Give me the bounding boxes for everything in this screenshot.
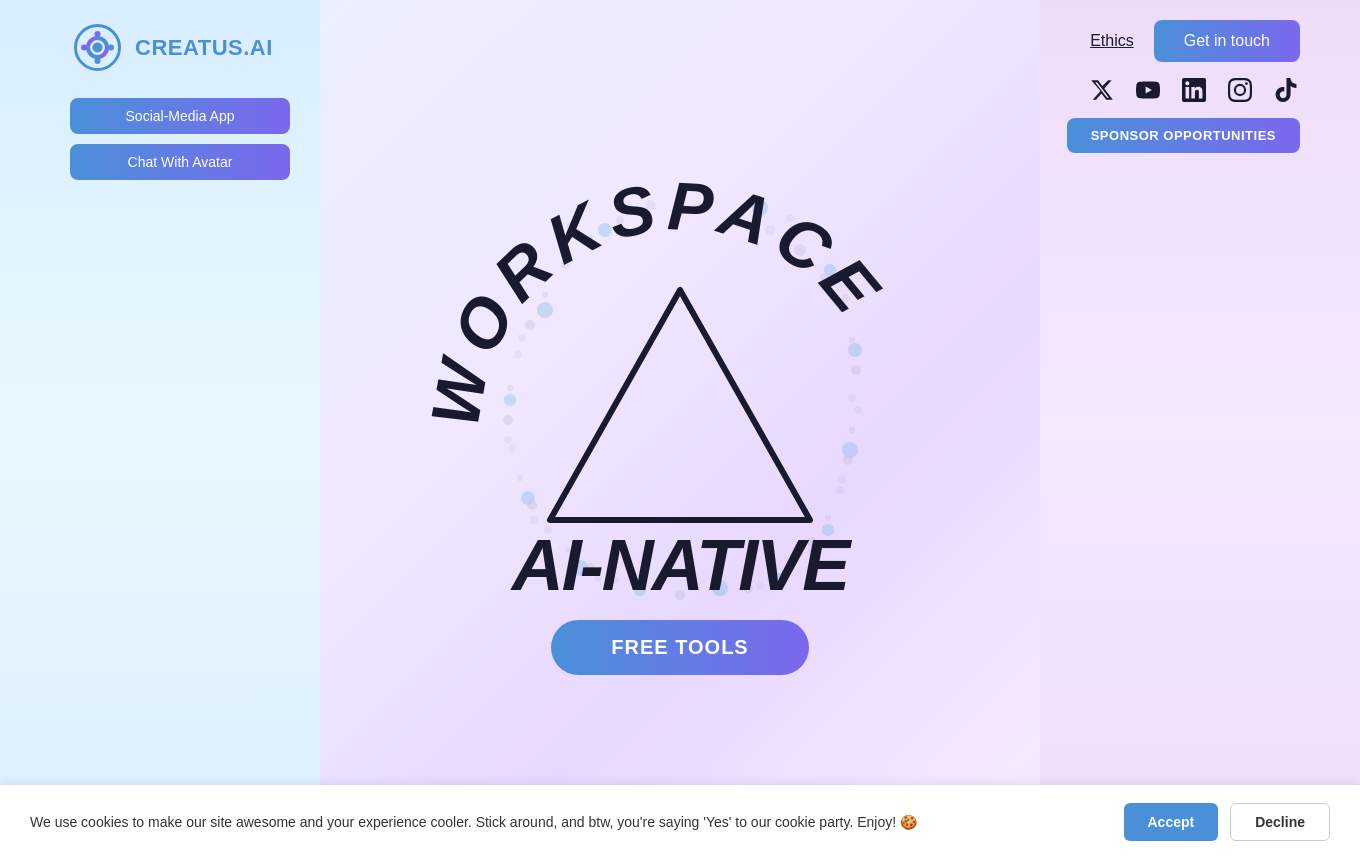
svg-point-63 [530,516,538,524]
svg-point-61 [504,436,512,444]
linkedin-icon[interactable] [1180,76,1208,104]
svg-point-60 [854,406,862,414]
cookie-buttons: Accept Decline [1124,803,1331,841]
header-right: Ethics Get in touch SPO [1067,20,1300,153]
hero-section: WORKSPACE AI-NATIVE FREE TOOLS [320,80,1040,779]
svg-point-28 [517,475,523,481]
svg-point-62 [838,476,846,484]
svg-point-31 [825,515,831,521]
svg-point-2 [95,31,101,37]
logo[interactable]: CREATUS.AI [70,20,273,75]
logo-icon [70,20,125,75]
tiktok-icon[interactable] [1272,76,1300,104]
svg-point-1 [93,43,103,53]
svg-point-19 [849,337,855,343]
svg-point-47 [848,343,862,357]
sponsor-opportunities-button[interactable]: SPONSOR OPPORTUNITIES [1067,118,1300,153]
svg-point-29 [836,486,844,494]
social-icons-row [1088,76,1300,104]
svg-point-5 [108,45,114,51]
chat-with-avatar-button[interactable]: Chat With Avatar [70,144,290,180]
ethics-link[interactable]: Ethics [1090,32,1134,50]
cookie-banner: We use cookies to make our site awesome … [0,785,1360,859]
decline-button[interactable]: Decline [1230,803,1330,841]
svg-point-49 [842,442,858,458]
header: CREATUS.AI Ethics Get in touch [0,0,1360,90]
free-tools-button[interactable]: FREE TOOLS [551,620,808,675]
svg-point-22 [507,385,513,391]
svg-point-3 [95,58,101,64]
accept-button[interactable]: Accept [1124,803,1219,841]
svg-point-25 [849,427,855,433]
svg-point-26 [508,444,516,452]
svg-point-4 [81,45,87,51]
svg-point-50 [521,491,535,505]
svg-text:WORKSPACE: WORKSPACE [416,167,899,432]
svg-point-20 [514,351,522,359]
svg-marker-67 [550,290,810,520]
svg-point-23 [848,394,856,402]
logo-text: CREATUS.AI [135,35,273,61]
workspace-circle: WORKSPACE AI-NATIVE FREE TOOLS [380,130,980,730]
cookie-message: We use cookies to make our site awesome … [30,814,1104,830]
svg-point-48 [504,394,516,406]
nav-buttons: Social-Media App Chat With Avatar [70,98,290,180]
center-content: FREE TOOLS [380,600,980,675]
youtube-icon[interactable] [1134,76,1162,104]
svg-text:AI-NATIVE: AI-NATIVE [510,525,853,605]
svg-point-21 [851,365,861,375]
twitter-icon[interactable] [1088,76,1116,104]
social-media-app-button[interactable]: Social-Media App [70,98,290,134]
header-top-row: Ethics Get in touch [1090,20,1300,62]
instagram-icon[interactable] [1226,76,1254,104]
get-in-touch-button[interactable]: Get in touch [1154,20,1300,62]
svg-point-24 [503,415,513,425]
